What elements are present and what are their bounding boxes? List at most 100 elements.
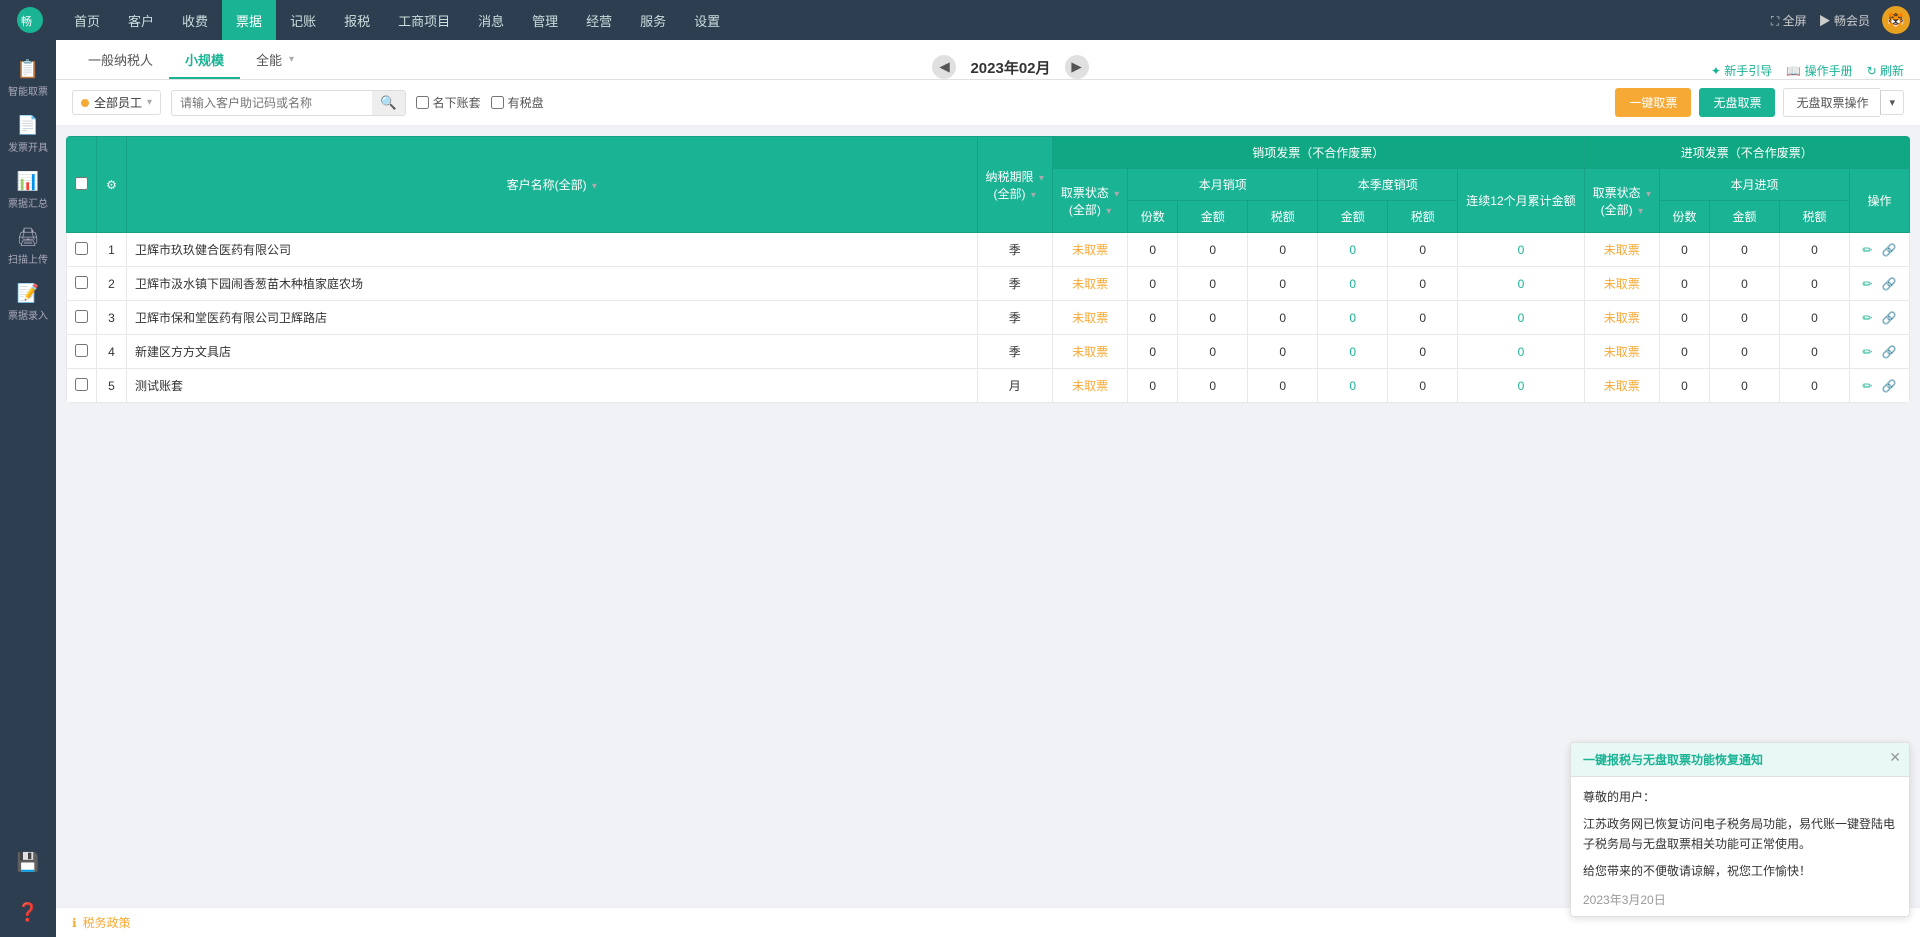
th-sales-month-amount: 金额 bbox=[1178, 201, 1248, 233]
detail-icon[interactable]: 🔗 bbox=[1882, 277, 1897, 291]
top-nav-right: ⛶ 全屏 ▶ 畅会员 🐯 bbox=[1771, 6, 1910, 34]
row-sales-qtr-tax-cell: 0 bbox=[1388, 335, 1458, 369]
nav-client[interactable]: 客户 bbox=[114, 0, 168, 40]
row-sales-month-tax-cell: 0 bbox=[1248, 335, 1318, 369]
nav-message[interactable]: 消息 bbox=[464, 0, 518, 40]
sidebar-item-scan-upload[interactable]: 🖨 扫描上传 bbox=[0, 218, 56, 274]
sales-qtr-amount-link[interactable]: 0 bbox=[1349, 277, 1356, 291]
sidebar-download-btn[interactable]: 💾 bbox=[0, 837, 56, 887]
sidebar-item-invoice-summary[interactable]: 📊 票据汇总 bbox=[0, 162, 56, 218]
row-purchase-status-cell: 未取票 bbox=[1584, 267, 1659, 301]
edit-icon[interactable]: ✏ bbox=[1862, 379, 1872, 393]
nav-settings[interactable]: 设置 bbox=[680, 0, 734, 40]
sales-qtr-amount-link[interactable]: 0 bbox=[1349, 379, 1356, 393]
row-purchase-month-count-cell: 0 bbox=[1660, 301, 1710, 335]
diskless-ops-main-btn[interactable]: 无盘取票操作 bbox=[1783, 88, 1880, 117]
sidebar-label-scan-upload: 扫描上传 bbox=[8, 251, 48, 266]
tax-policy-link[interactable]: 税务政策 bbox=[83, 914, 131, 931]
staff-chevron-icon: ▾ bbox=[147, 97, 152, 108]
row-12m-cell: 0 bbox=[1458, 233, 1584, 267]
search-button[interactable]: 🔍 bbox=[372, 91, 405, 115]
fullscreen-btn[interactable]: ⛶ 全屏 bbox=[1771, 12, 1807, 29]
row-checkbox[interactable] bbox=[75, 344, 88, 357]
sidebar-item-issue-invoice[interactable]: 📄 发票开具 bbox=[0, 106, 56, 162]
tab-all-label: 全能 bbox=[256, 50, 282, 69]
scan-upload-icon: 🖨 bbox=[17, 227, 40, 248]
sales-12m-link[interactable]: 0 bbox=[1518, 311, 1525, 325]
nav-business[interactable]: 经营 bbox=[572, 0, 626, 40]
row-sales-status-cell: 未取票 bbox=[1052, 233, 1127, 267]
detail-icon[interactable]: 🔗 bbox=[1882, 345, 1897, 359]
row-checkbox[interactable] bbox=[75, 242, 88, 255]
my-accounts-checkbox[interactable] bbox=[416, 96, 429, 109]
row-sales-month-amount-cell: 0 bbox=[1178, 233, 1248, 267]
row-checkbox[interactable] bbox=[75, 276, 88, 289]
th-sales-month-tax: 税额 bbox=[1248, 201, 1318, 233]
row-checkbox-cell bbox=[67, 301, 97, 335]
period-next-btn[interactable]: ▶ bbox=[1065, 55, 1089, 79]
tab-general-taxpayer[interactable]: 一般纳税人 bbox=[72, 41, 169, 79]
sales-qtr-amount-link[interactable]: 0 bbox=[1349, 243, 1356, 257]
my-accounts-filter[interactable]: 名下账套 bbox=[416, 94, 481, 111]
edit-icon[interactable]: ✏ bbox=[1862, 277, 1872, 291]
newbie-guide-link[interactable]: ✦ 新手引导 bbox=[1711, 62, 1772, 79]
refresh-link[interactable]: ↻ 刷新 bbox=[1867, 62, 1904, 79]
table-row: 5 测试账套 月 未取票 0 0 0 0 0 0 未取票 0 0 0 ✏ 🔗 bbox=[67, 369, 1910, 403]
th-monthly-sales: 本月销项 bbox=[1128, 169, 1318, 201]
period-prev-btn[interactable]: ◀ bbox=[932, 55, 956, 79]
has-taxdisk-checkbox[interactable] bbox=[491, 96, 504, 109]
detail-icon[interactable]: 🔗 bbox=[1882, 243, 1897, 257]
sales-12m-link[interactable]: 0 bbox=[1518, 345, 1525, 359]
nav-tax[interactable]: 报税 bbox=[330, 0, 384, 40]
notification-close-btn[interactable]: ✕ bbox=[1889, 749, 1901, 766]
nav-service[interactable]: 服务 bbox=[626, 0, 680, 40]
sales-12m-link[interactable]: 0 bbox=[1518, 243, 1525, 257]
detail-icon[interactable]: 🔗 bbox=[1882, 379, 1897, 393]
row-checkbox[interactable] bbox=[75, 310, 88, 323]
gear-icon[interactable]: ⚙ bbox=[106, 178, 117, 192]
detail-icon[interactable]: 🔗 bbox=[1882, 311, 1897, 325]
row-purchase-month-tax-cell: 0 bbox=[1780, 233, 1850, 267]
nav-manage[interactable]: 管理 bbox=[518, 0, 572, 40]
table-row: 2 卫辉市汲水镇下园闹香葱苗木种植家庭农场 季 未取票 0 0 0 0 0 0 … bbox=[67, 267, 1910, 301]
row-sales-month-amount-cell: 0 bbox=[1178, 335, 1248, 369]
search-input[interactable] bbox=[172, 92, 372, 114]
member-btn[interactable]: ▶ 畅会员 bbox=[1819, 12, 1870, 29]
diskless-fetch-button[interactable]: 无盘取票 bbox=[1699, 88, 1775, 117]
row-sales-qtr-amount-cell: 0 bbox=[1318, 335, 1388, 369]
sales-12m-link[interactable]: 0 bbox=[1518, 277, 1525, 291]
tab-small-scale[interactable]: 小规模 bbox=[169, 41, 240, 79]
staff-filter-group: 全部员工 ▾ bbox=[72, 90, 161, 115]
manual-link[interactable]: 📖 操作手册 bbox=[1786, 62, 1852, 79]
select-all-checkbox[interactable] bbox=[75, 177, 88, 190]
sidebar-help-btn[interactable]: ❓ bbox=[0, 887, 56, 937]
edit-icon[interactable]: ✏ bbox=[1862, 243, 1872, 257]
sales-qtr-amount-link[interactable]: 0 bbox=[1349, 311, 1356, 325]
row-sales-month-count-cell: 0 bbox=[1128, 335, 1178, 369]
edit-icon[interactable]: ✏ bbox=[1862, 345, 1872, 359]
sidebar-item-smart-fetch[interactable]: 📋 智能取票 bbox=[0, 50, 56, 106]
has-taxdisk-label: 有税盘 bbox=[508, 94, 544, 111]
tab-all[interactable]: 全能 ▾ bbox=[240, 41, 310, 79]
one-click-fetch-button[interactable]: 一键取票 bbox=[1615, 88, 1691, 117]
sidebar-item-invoice-entry[interactable]: 📝 票据录入 bbox=[0, 274, 56, 330]
nav-bizproject[interactable]: 工商项目 bbox=[384, 0, 464, 40]
diskless-ops-arrow-btn[interactable]: ▾ bbox=[1880, 90, 1904, 115]
row-checkbox-cell bbox=[67, 233, 97, 267]
has-taxdisk-filter[interactable]: 有税盘 bbox=[491, 94, 544, 111]
row-12m-cell: 0 bbox=[1458, 335, 1584, 369]
staff-select[interactable]: 全部员工 ▾ bbox=[72, 90, 161, 115]
edit-icon[interactable]: ✏ bbox=[1862, 311, 1872, 325]
sales-12m-link[interactable]: 0 bbox=[1518, 379, 1525, 393]
nav-home[interactable]: 首页 bbox=[60, 0, 114, 40]
th-purchase-month-tax: 税额 bbox=[1780, 201, 1850, 233]
nav-invoice[interactable]: 票据 bbox=[222, 0, 276, 40]
avatar[interactable]: 🐯 bbox=[1882, 6, 1910, 34]
nav-bookkeeping[interactable]: 记账 bbox=[276, 0, 330, 40]
smart-fetch-icon: 📋 bbox=[17, 59, 39, 80]
th-purchase-month-count: 份数 bbox=[1660, 201, 1710, 233]
sales-qtr-amount-link[interactable]: 0 bbox=[1349, 345, 1356, 359]
logo: 畅 bbox=[10, 6, 50, 34]
row-checkbox[interactable] bbox=[75, 378, 88, 391]
nav-billing[interactable]: 收费 bbox=[168, 0, 222, 40]
